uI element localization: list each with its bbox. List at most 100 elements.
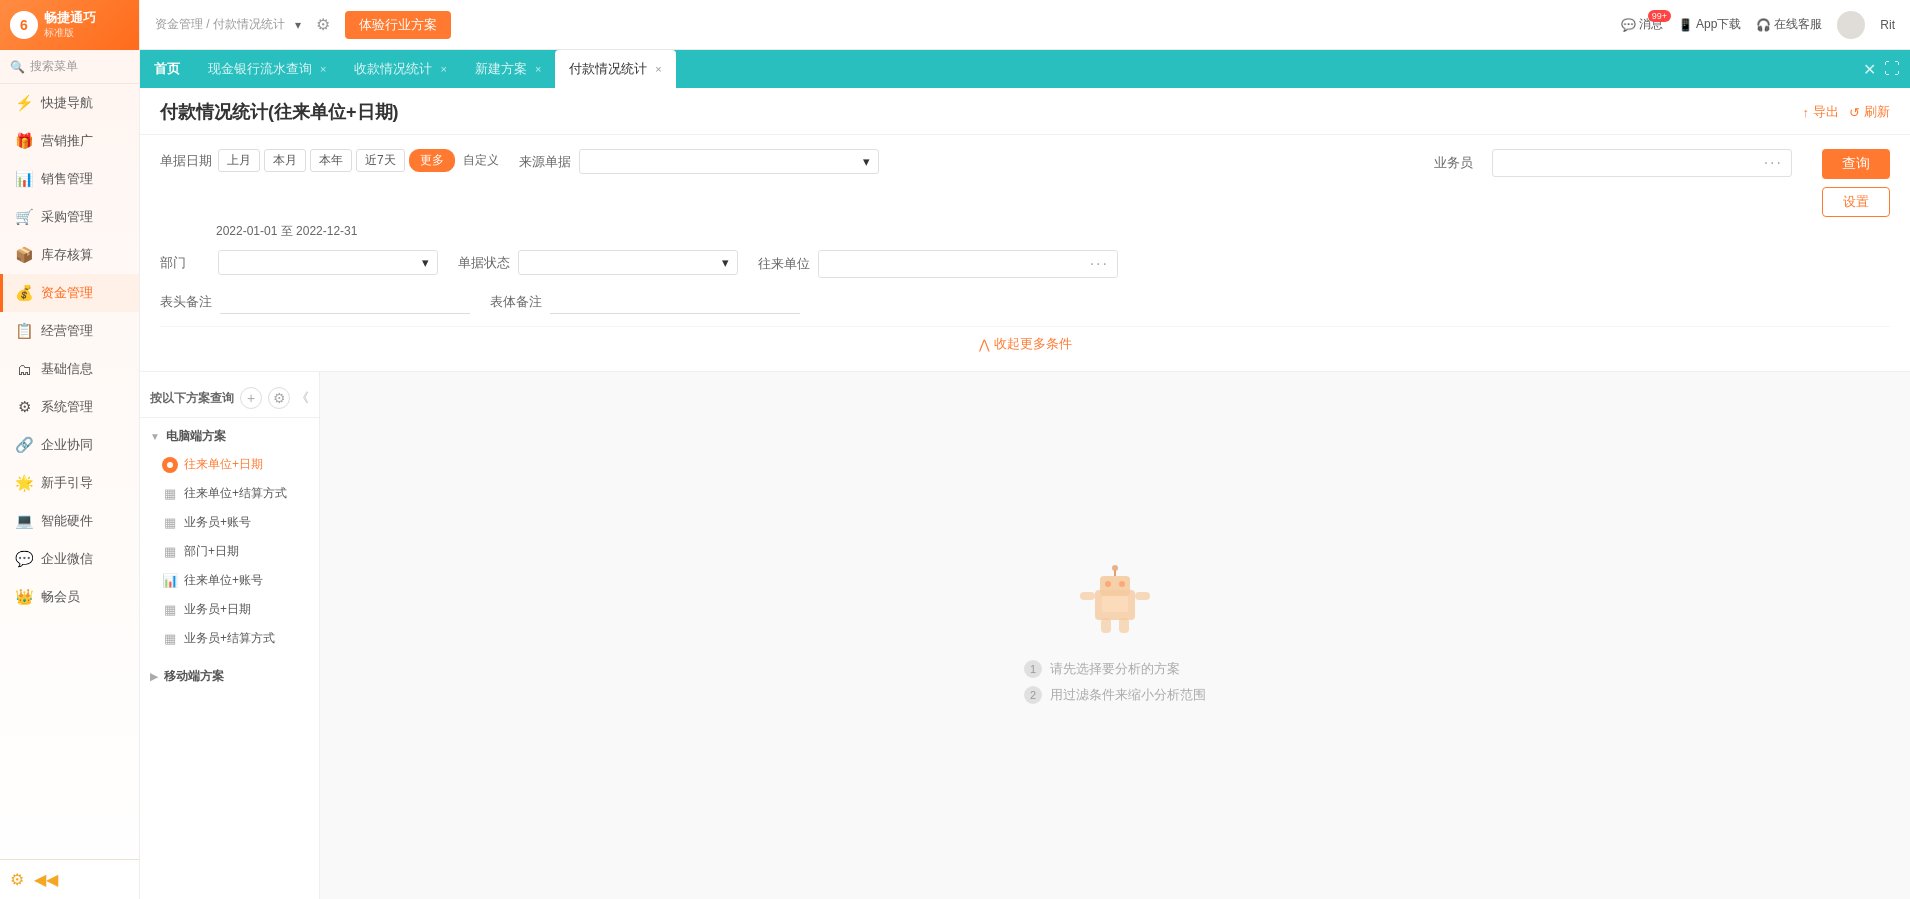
query-btn[interactable]: 查询	[1822, 149, 1890, 179]
staff-dots[interactable]: ···	[1764, 154, 1783, 172]
active-circle-icon	[162, 457, 178, 473]
svg-rect-6	[1080, 592, 1095, 600]
sidebar-item-operations[interactable]: 📋 经营管理	[0, 312, 139, 350]
table-icon-1: ▦	[162, 486, 178, 501]
tab-new-scheme[interactable]: 新建方案 ×	[461, 50, 555, 88]
sidebar-item-quick-nav[interactable]: ⚡ 快捷导航	[0, 84, 139, 122]
sidebar-item-wechat[interactable]: 💬 企业微信	[0, 540, 139, 578]
try-btn[interactable]: 体验行业方案	[345, 11, 451, 39]
collapse-more-btn[interactable]: ⋀ 收起更多条件	[160, 326, 1890, 361]
scheme-item-party-payment[interactable]: ▦ 往来单位+结算方式	[140, 479, 319, 508]
source-select[interactable]: ▾	[579, 149, 879, 174]
collapse-sidebar-icon[interactable]: ◀◀	[34, 870, 58, 889]
head-note-input[interactable]	[220, 290, 470, 314]
staff-select[interactable]: ···	[1492, 149, 1792, 177]
scheme-item-staff-payment[interactable]: ▦ 业务员+结算方式	[140, 624, 319, 653]
scheme-item-dept-date[interactable]: ▦ 部门+日期	[140, 537, 319, 566]
export-btn[interactable]: ↑ 导出	[1803, 103, 1840, 121]
sidebar-item-finance[interactable]: 💰 资金管理	[0, 274, 139, 312]
finance-icon: 💰	[15, 284, 33, 302]
step-num-2: 2	[1024, 686, 1042, 704]
sidebar-item-marketing[interactable]: 🎁 营销推广	[0, 122, 139, 160]
sidebar: 6 畅捷通巧 标准版 🔍 搜索菜单 ⚡ 快捷导航 🎁 营销推广 📊 销售管理 🛒…	[0, 0, 140, 899]
settings-scheme-icon[interactable]: ⚙	[268, 387, 290, 409]
scheme-item-staff-date[interactable]: ▦ 业务员+日期	[140, 595, 319, 624]
head-note-label: 表头备注	[160, 293, 212, 311]
sidebar-search[interactable]: 🔍 搜索菜单	[0, 50, 139, 84]
party-select[interactable]: ···	[818, 250, 1118, 278]
page-header-actions: ↑ 导出 ↺ 刷新	[1803, 103, 1891, 121]
filter-row-2: 部门 ▾ 单据状态 ▾ 往来单位	[160, 250, 1890, 278]
sidebar-item-collab[interactable]: 🔗 企业协同	[0, 426, 139, 464]
tab-close-bank-flow[interactable]: ×	[320, 63, 326, 75]
date-custom-label: 自定义	[463, 152, 499, 169]
dept-select[interactable]: ▾	[218, 250, 438, 275]
settings-btn[interactable]: 设置	[1822, 187, 1890, 217]
search-icon: 🔍	[10, 60, 25, 74]
date-this-year[interactable]: 本年	[310, 149, 352, 172]
sidebar-item-hardware[interactable]: 💻 智能硬件	[0, 502, 139, 540]
empty-state: 1 请先选择要分析的方案 2 用过滤条件来缩小分析范围	[984, 520, 1246, 752]
sidebar-item-basic-info[interactable]: 🗂 基础信息	[0, 350, 139, 388]
mobile-group-header[interactable]: ▶ 移动端方案	[140, 663, 319, 690]
date-last-month[interactable]: 上月	[218, 149, 260, 172]
settings-bottom-icon[interactable]: ⚙	[10, 870, 24, 889]
empty-step-1: 1 请先选择要分析的方案	[1024, 660, 1206, 678]
tabs-bar: 首页 现金银行流水查询 × 收款情况统计 × 新建方案 × 付款情况统计 × ✕…	[140, 50, 1910, 88]
svg-rect-7	[1135, 592, 1150, 600]
topbar-app-download[interactable]: 📱 App下载	[1678, 16, 1741, 33]
query-actions: 查询 设置	[1822, 149, 1890, 217]
scheme-panel-header: 按以下方案查询 + ⚙ 《	[140, 382, 319, 418]
sidebar-item-guide[interactable]: 🌟 新手引导	[0, 464, 139, 502]
sidebar-item-vip[interactable]: 👑 畅会员	[0, 578, 139, 616]
body-note-label: 表体备注	[490, 293, 542, 311]
refresh-icon: ↺	[1849, 105, 1860, 120]
tab-close-new-scheme[interactable]: ×	[535, 63, 541, 75]
hardware-icon: 💻	[15, 512, 33, 530]
tab-home[interactable]: 首页	[140, 50, 194, 88]
date-more[interactable]: 更多	[409, 149, 455, 172]
scheme-item-party-date[interactable]: 往来单位+日期	[140, 450, 319, 479]
scheme-item-party-account[interactable]: 📊 往来单位+账号	[140, 566, 319, 595]
status-select[interactable]: ▾	[518, 250, 738, 275]
status-label: 单据状态	[458, 254, 510, 272]
svg-rect-1	[1100, 576, 1130, 596]
tab-bank-flow[interactable]: 现金银行流水查询 ×	[194, 50, 340, 88]
date-this-month[interactable]: 本月	[264, 149, 306, 172]
mobile-group-arrow: ▶	[150, 671, 158, 682]
scheme-item-staff-account[interactable]: ▦ 业务员+账号	[140, 508, 319, 537]
refresh-btn[interactable]: ↺ 刷新	[1849, 103, 1890, 121]
maximize-btn[interactable]: ⛶	[1884, 60, 1900, 78]
sidebar-item-sales[interactable]: 📊 销售管理	[0, 160, 139, 198]
add-scheme-icon[interactable]: +	[240, 387, 262, 409]
desktop-group-header[interactable]: ▼ 电脑端方案	[140, 423, 319, 450]
topbar-dropdown[interactable]: ▾	[295, 18, 301, 32]
close-window-btn[interactable]: ✕	[1863, 60, 1876, 79]
sidebar-logo: 6 畅捷通巧 标准版	[0, 0, 139, 50]
vip-icon: 👑	[15, 588, 33, 606]
tab-close-payment-stat[interactable]: ×	[655, 63, 661, 75]
main-area: 资金管理 / 付款情况统计 ▾ ⚙ 体验行业方案 💬 消息 99+ 📱 App下…	[140, 0, 1910, 899]
user-avatar[interactable]	[1837, 11, 1865, 39]
collapse-scheme-icon[interactable]: 《	[296, 389, 309, 407]
topbar-message[interactable]: 💬 消息 99+	[1621, 16, 1663, 33]
headset-icon: 🎧	[1756, 18, 1771, 32]
tab-payment-stat[interactable]: 付款情况统计 ×	[555, 50, 675, 88]
wechat-icon: 💬	[15, 550, 33, 568]
sidebar-item-system[interactable]: ⚙ 系统管理	[0, 388, 139, 426]
tab-close-receipt-stat[interactable]: ×	[440, 63, 446, 75]
date-label: 单据日期	[160, 152, 212, 170]
date-last-7[interactable]: 近7天	[356, 149, 405, 172]
scheme-group-mobile: ▶ 移动端方案	[140, 658, 319, 695]
party-dots[interactable]: ···	[1090, 255, 1109, 273]
inventory-icon: 📦	[15, 246, 33, 264]
topbar-service[interactable]: 🎧 在线客服	[1756, 16, 1822, 33]
body-note-input[interactable]	[550, 290, 800, 314]
tabs-right-actions: ✕ ⛶	[1863, 60, 1910, 79]
tab-receipt-stat[interactable]: 收款情况统计 ×	[340, 50, 460, 88]
topbar-gear-icon[interactable]: ⚙	[316, 15, 330, 34]
page-header: 付款情况统计(往来单位+日期) ↑ 导出 ↺ 刷新	[140, 88, 1910, 135]
filter-item-source: 来源单据 ▾	[519, 149, 1414, 174]
sidebar-item-purchase[interactable]: 🛒 采购管理	[0, 198, 139, 236]
sidebar-item-inventory[interactable]: 📦 库存核算	[0, 236, 139, 274]
